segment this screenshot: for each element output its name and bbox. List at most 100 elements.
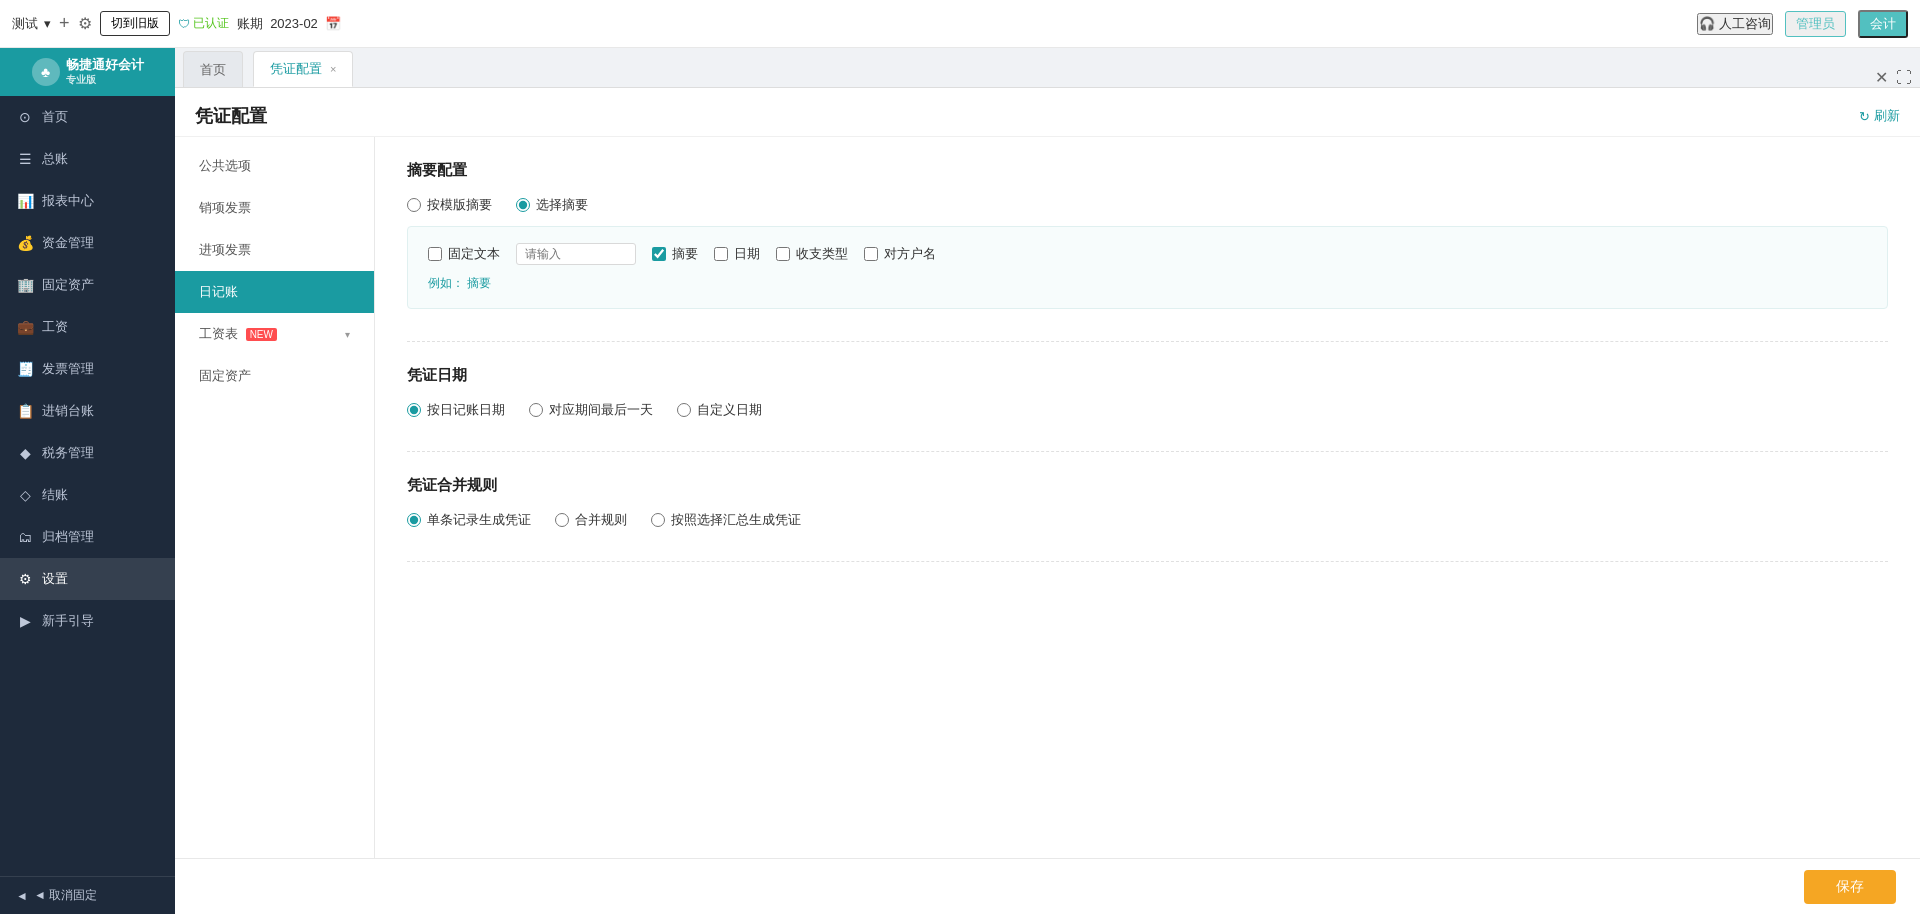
- radio-journal-date-input[interactable]: [407, 403, 421, 417]
- sidebar-item-fund[interactable]: 💰 资金管理: [0, 222, 175, 264]
- sidebar-item-settings[interactable]: ⚙ 设置: [0, 558, 175, 600]
- sidebar-item-invoice[interactable]: 🧾 发票管理: [0, 348, 175, 390]
- config-nav: 公共选项 销项发票 进项发票 日记账 工资表 NEW: [175, 137, 375, 858]
- radio-select-summary[interactable]: 按照选择汇总生成凭证: [651, 511, 801, 529]
- sidebar-item-guide[interactable]: ▶ 新手引导: [0, 600, 175, 642]
- logo-icon: ♣: [32, 58, 60, 86]
- invoice-icon: 🧾: [16, 361, 34, 377]
- voucher-merge-radio-group: 单条记录生成凭证 合并规则 按照选择汇总生成凭证: [407, 511, 1888, 529]
- sidebar-item-label: 总账: [42, 150, 68, 168]
- radio-last-day[interactable]: 对应期间最后一天: [529, 401, 653, 419]
- cancel-fixed-button[interactable]: ◄ ◄ 取消固定: [0, 876, 175, 914]
- sidebar-item-ledger[interactable]: ☰ 总账: [0, 138, 175, 180]
- archive-icon: 🗂: [16, 529, 34, 545]
- sidebar-item-label: 结账: [42, 486, 68, 504]
- sidebar-item-home[interactable]: ⊙ 首页: [0, 96, 175, 138]
- sidebar-item-label: 报表中心: [42, 192, 94, 210]
- arrow-down-icon: ▾: [345, 329, 350, 340]
- checkbox-counterparty[interactable]: 对方户名: [864, 245, 936, 263]
- counterparty-checkbox[interactable]: [864, 247, 878, 261]
- sidebar-item-salary[interactable]: 💼 工资: [0, 306, 175, 348]
- fund-icon: 💰: [16, 235, 34, 251]
- summary-example: 例如： 摘要: [428, 275, 1867, 292]
- config-nav-purchase-invoice[interactable]: 进项发票: [175, 229, 374, 271]
- radio-select-summary-input[interactable]: [651, 513, 665, 527]
- checkbox-fixed-text[interactable]: 固定文本: [428, 245, 500, 263]
- content-area: 首页 凭证配置 × ✕ ⛶ 凭证配置 ↻ 刷新: [175, 48, 1920, 914]
- config-nav-public[interactable]: 公共选项: [175, 145, 374, 187]
- sidebar-item-sales[interactable]: 📋 进销台账: [0, 390, 175, 432]
- sidebar-item-label: 发票管理: [42, 360, 94, 378]
- sidebar-item-label: 固定资产: [42, 276, 94, 294]
- accountant-button[interactable]: 会计: [1858, 10, 1908, 38]
- refresh-icon: ↻: [1859, 109, 1870, 124]
- tax-icon: ◆: [16, 445, 34, 461]
- date-checkbox[interactable]: [714, 247, 728, 261]
- sidebar: ♣ 畅捷通好会计 专业版 ⊙ 首页 ☰ 总账 📊 报表中心 💰 资金管理: [0, 48, 175, 914]
- tab-close-icon[interactable]: ×: [330, 63, 336, 75]
- company-selector[interactable]: 测试 ▾: [12, 15, 51, 33]
- consult-button[interactable]: 🎧 人工咨询: [1697, 13, 1773, 35]
- radio-template-summary[interactable]: 按模版摘要: [407, 196, 492, 214]
- fixed-text-input[interactable]: [516, 243, 636, 265]
- income-type-checkbox[interactable]: [776, 247, 790, 261]
- summary-config-section: 摘要配置 按模版摘要 选择摘要: [407, 161, 1888, 309]
- certified-badge: 🛡 已认证: [178, 15, 229, 32]
- old-version-button[interactable]: 切到旧版: [100, 11, 170, 36]
- radio-merge-rule[interactable]: 合并规则: [555, 511, 627, 529]
- voucher-date-radio-group: 按日记账日期 对应期间最后一天 自定义日期: [407, 401, 1888, 419]
- sidebar-item-label: 工资: [42, 318, 68, 336]
- new-badge: NEW: [246, 328, 277, 341]
- sidebar-item-asset[interactable]: 🏢 固定资产: [0, 264, 175, 306]
- radio-merge-rule-input[interactable]: [555, 513, 569, 527]
- fullscreen-button[interactable]: ⛶: [1896, 69, 1912, 87]
- checkbox-income-type[interactable]: 收支类型: [776, 245, 848, 263]
- sidebar-scroll: ⊙ 首页 ☰ 总账 📊 报表中心 💰 资金管理 🏢 固定资产 💼 工资: [0, 96, 175, 876]
- radio-single[interactable]: 单条记录生成凭证: [407, 511, 531, 529]
- config-nav-fixed-assets[interactable]: 固定资产: [175, 355, 374, 397]
- checkbox-date[interactable]: 日期: [714, 245, 760, 263]
- close-account-icon: ◇: [16, 487, 34, 503]
- refresh-button[interactable]: ↻ 刷新: [1859, 107, 1900, 125]
- asset-icon: 🏢: [16, 277, 34, 293]
- save-button[interactable]: 保存: [1804, 870, 1896, 904]
- company-name: 测试: [12, 15, 38, 33]
- config-nav-sales-invoice[interactable]: 销项发票: [175, 187, 374, 229]
- radio-select-summary[interactable]: 选择摘要: [516, 196, 588, 214]
- manager-button[interactable]: 管理员: [1785, 11, 1846, 37]
- calendar-icon[interactable]: 📅: [325, 16, 341, 31]
- dropdown-icon[interactable]: ▾: [44, 16, 51, 31]
- tab-voucher-config[interactable]: 凭证配置 ×: [253, 51, 353, 87]
- sidebar-item-close[interactable]: ◇ 结账: [0, 474, 175, 516]
- settings-header-icon[interactable]: ⚙: [78, 14, 92, 33]
- sidebar-item-label: 资金管理: [42, 234, 94, 252]
- radio-journal-date[interactable]: 按日记账日期: [407, 401, 505, 419]
- add-button[interactable]: +: [59, 13, 70, 34]
- radio-custom-date[interactable]: 自定义日期: [677, 401, 762, 419]
- sidebar-item-label: 设置: [42, 570, 68, 588]
- summary-checkbox[interactable]: [652, 247, 666, 261]
- tab-home[interactable]: 首页: [183, 51, 243, 87]
- tab-home-label: 首页: [200, 61, 226, 79]
- checkbox-summary[interactable]: 摘要: [652, 245, 698, 263]
- sidebar-item-label: 进销台账: [42, 402, 94, 420]
- config-nav-payroll[interactable]: 工资表 NEW ▾: [175, 313, 374, 355]
- sales-icon: 📋: [16, 403, 34, 419]
- config-nav-journal[interactable]: 日记账: [175, 271, 374, 313]
- tab-voucher-config-label: 凭证配置: [270, 60, 322, 78]
- radio-single-input[interactable]: [407, 513, 421, 527]
- sidebar-item-archive[interactable]: 🗂 归档管理: [0, 516, 175, 558]
- page-content: 凭证配置 ↻ 刷新 公共选项 销项发票 进项发票: [175, 88, 1920, 914]
- radio-select-input[interactable]: [516, 198, 530, 212]
- settings-icon: ⚙: [16, 571, 34, 587]
- sidebar-item-tax[interactable]: ◆ 税务管理: [0, 432, 175, 474]
- fixed-text-checkbox[interactable]: [428, 247, 442, 261]
- page-title: 凭证配置: [195, 104, 267, 128]
- sidebar-item-report[interactable]: 📊 报表中心: [0, 180, 175, 222]
- radio-custom-date-input[interactable]: [677, 403, 691, 417]
- divider-3: [407, 561, 1888, 562]
- radio-last-day-input[interactable]: [529, 403, 543, 417]
- divider-2: [407, 451, 1888, 452]
- close-window-button[interactable]: ✕: [1875, 68, 1888, 87]
- radio-template-input[interactable]: [407, 198, 421, 212]
